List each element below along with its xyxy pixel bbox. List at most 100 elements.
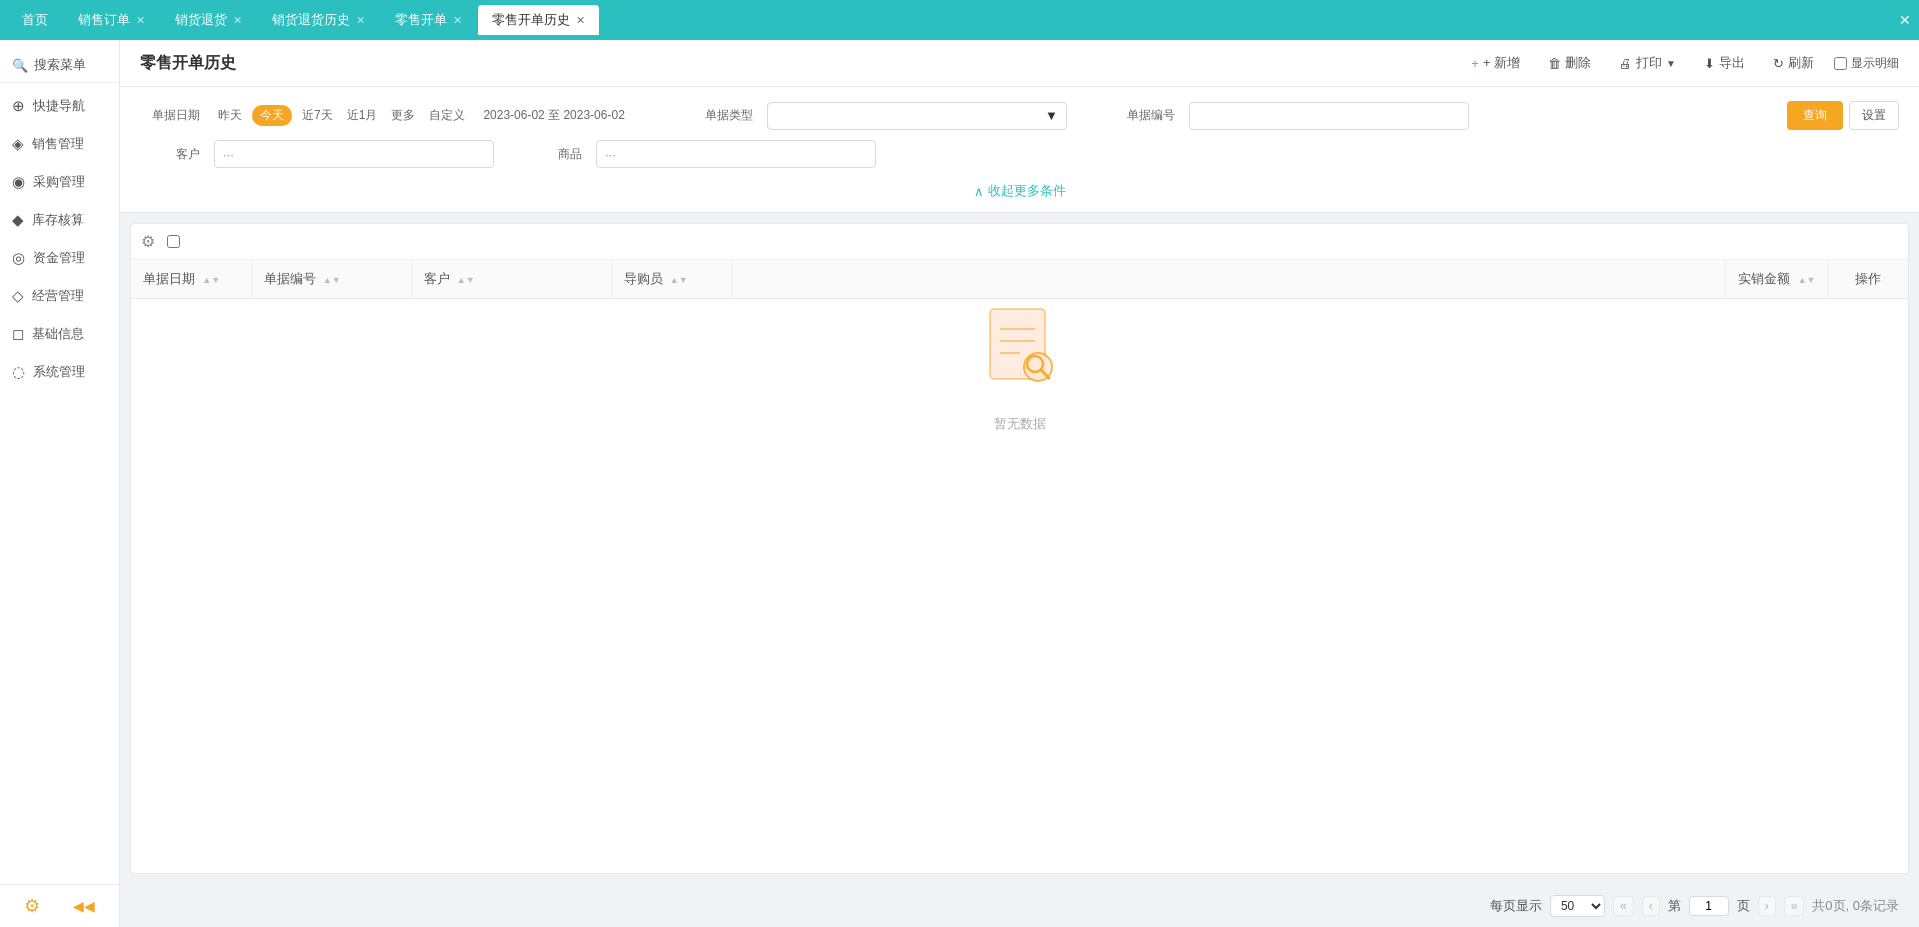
sort-amount-icon[interactable]: ▲▼ — [1798, 276, 1816, 285]
top-right-icons: ✕ — [1899, 12, 1911, 28]
collapse-icon: ∧ — [974, 184, 984, 199]
sort-customer-icon[interactable]: ▲▼ — [457, 276, 475, 285]
sidebar-search[interactable]: 🔍 搜索菜单 — [0, 48, 119, 83]
collapse-filter-btn[interactable]: ∧ 收起更多条件 — [140, 178, 1899, 204]
date-range-display: 2023-06-02 至 2023-06-02 — [483, 107, 624, 124]
tab-home[interactable]: 首页 — [8, 5, 62, 35]
sidebar-item-sales[interactable]: ◈ 销售管理 — [0, 125, 119, 163]
basic-icon: ◻ — [12, 325, 24, 343]
close-return-history-tab[interactable]: ✕ — [356, 14, 365, 27]
sidebar-item-basic[interactable]: ◻ 基础信息 — [0, 315, 119, 353]
close-retail-order-history-tab[interactable]: ✕ — [576, 14, 585, 27]
date-today[interactable]: 今天 — [252, 105, 292, 126]
page-label: 第 — [1668, 897, 1681, 915]
tab-sales-order[interactable]: 销售订单 ✕ — [64, 5, 159, 35]
tab-return[interactable]: 销货退货 ✕ — [161, 5, 256, 35]
col-header-customer[interactable]: 客户 ▲▼ — [411, 260, 611, 299]
add-icon: + — [1471, 56, 1479, 71]
purchase-icon: ◉ — [12, 173, 25, 191]
next-page-btn[interactable]: › — [1758, 896, 1776, 916]
col-header-amount[interactable]: 实销金额 ▲▼ — [1726, 260, 1828, 299]
date-more[interactable]: 更多 — [387, 105, 419, 126]
current-page-input[interactable] — [1689, 896, 1729, 916]
print-dropdown-icon: ▼ — [1666, 58, 1676, 69]
sort-num-icon[interactable]: ▲▼ — [323, 276, 341, 285]
empty-icon — [970, 299, 1070, 399]
print-button[interactable]: 🖨 打印 ▼ — [1611, 50, 1684, 76]
display-detail-checkbox[interactable] — [1834, 57, 1847, 70]
tab-retail-order[interactable]: 零售开单 ✕ — [381, 5, 476, 35]
close-sales-order-tab[interactable]: ✕ — [136, 14, 145, 27]
export-button[interactable]: ⬇ 导出 — [1696, 50, 1753, 76]
select-all-checkbox[interactable] — [167, 235, 180, 248]
delete-icon: 🗑 — [1548, 56, 1561, 71]
prev-page-btn[interactable]: ‹ — [1642, 896, 1660, 916]
customer-filter-select[interactable]: ··· — [214, 140, 494, 168]
print-icon: 🖨 — [1619, 56, 1632, 71]
pagination: 每页显示 50 100 200 « ‹ 第 页 › » 共0页, 0条记录 — [120, 884, 1919, 927]
customer-placeholder: ··· — [223, 147, 234, 162]
date-custom[interactable]: 自定义 — [425, 105, 469, 126]
sidebar-item-purchase[interactable]: ◉ 采购管理 — [0, 163, 119, 201]
date-7days[interactable]: 近7天 — [298, 105, 337, 126]
customer-filter-label: 客户 — [140, 146, 200, 163]
inventory-icon: ◆ — [12, 211, 24, 229]
settings-bottom-btn[interactable]: ⚙ — [24, 895, 40, 917]
sidebar-item-finance[interactable]: ◎ 资金管理 — [0, 239, 119, 277]
system-icon: ◌ — [12, 363, 25, 381]
search-buttons: 查询 设置 — [1787, 101, 1899, 130]
goods-filter-select[interactable]: ··· — [596, 140, 876, 168]
goods-filter-label: 商品 — [522, 146, 582, 163]
empty-text: 暂无数据 — [994, 415, 1046, 433]
tab-retail-order-history[interactable]: 零售开单历史 ✕ — [478, 5, 599, 35]
display-detail-wrap[interactable]: 显示明细 — [1834, 55, 1899, 72]
last-page-btn[interactable]: » — [1784, 896, 1805, 916]
header-actions: + + 新增 🗑 删除 🖨 打印 ▼ ⬇ 导出 ↻ — [1463, 50, 1899, 76]
date-shortcuts: 昨天 今天 近7天 近1月 更多 自定义 2023-06-02 至 2023-0… — [214, 105, 625, 126]
sidebar-item-shortcuts[interactable]: ⊕ 快捷导航 — [0, 87, 119, 125]
per-page-select[interactable]: 50 100 200 — [1550, 895, 1605, 917]
add-button[interactable]: + + 新增 — [1463, 50, 1528, 76]
table-settings-icon[interactable]: ⚙ — [141, 232, 155, 251]
date-yesterday[interactable]: 昨天 — [214, 105, 246, 126]
sidebar-item-inventory[interactable]: ◆ 库存核算 — [0, 201, 119, 239]
close-retail-order-tab[interactable]: ✕ — [453, 14, 462, 27]
type-filter-select[interactable]: ▼ — [767, 102, 1067, 130]
sidebar-item-management[interactable]: ◇ 经营管理 — [0, 277, 119, 315]
type-select-arrow: ▼ — [1045, 108, 1058, 123]
empty-state: 暂无数据 — [131, 299, 1908, 433]
sidebar-bottom: ⚙ ◀◀ — [0, 884, 119, 927]
top-tab-bar: 首页 销售订单 ✕ 销货退货 ✕ 销货退货历史 ✕ 零售开单 ✕ 零售开单历史 … — [0, 0, 1919, 40]
tab-return-history[interactable]: 销货退货历史 ✕ — [258, 5, 379, 35]
total-info: 共0页, 0条记录 — [1812, 897, 1899, 915]
goods-placeholder: ··· — [605, 147, 616, 162]
delete-button[interactable]: 🗑 删除 — [1540, 50, 1599, 76]
collapse-sidebar-btn[interactable]: ◀◀ — [73, 898, 95, 914]
query-button[interactable]: 查询 — [1787, 101, 1843, 130]
date-filter-label: 单据日期 — [140, 107, 200, 124]
sort-guide-icon[interactable]: ▲▼ — [670, 276, 688, 285]
data-table: 单据日期 ▲▼ 单据编号 ▲▼ 客户 ▲▼ — [131, 260, 1908, 299]
col-header-num[interactable]: 单据编号 ▲▼ — [251, 260, 411, 299]
management-icon: ◇ — [12, 287, 24, 305]
sidebar-item-system[interactable]: ◌ 系统管理 — [0, 353, 119, 391]
sales-icon: ◈ — [12, 135, 24, 153]
window-close-icon[interactable]: ✕ — [1899, 12, 1911, 28]
col-header-action: 操作 — [1828, 260, 1908, 299]
table-container: ⚙ 单据日期 ▲▼ 单据编号 ▲▼ — [130, 223, 1909, 874]
close-return-tab[interactable]: ✕ — [233, 14, 242, 27]
num-filter-input[interactable] — [1189, 102, 1469, 130]
refresh-button[interactable]: ↻ 刷新 — [1765, 50, 1822, 76]
date-1month[interactable]: 近1月 — [343, 105, 382, 126]
col-header-date[interactable]: 单据日期 ▲▼ — [131, 260, 251, 299]
filter-area: 单据日期 昨天 今天 近7天 近1月 更多 自定义 2023-06-02 至 2… — [120, 87, 1919, 213]
table-toolbar: ⚙ — [131, 224, 1908, 260]
sidebar: 🔍 搜索菜单 ⊕ 快捷导航 ◈ 销售管理 ◉ 采购管理 ◆ 库存核算 ◎ 资金管… — [0, 40, 120, 927]
settings-button[interactable]: 设置 — [1849, 101, 1899, 130]
col-header-spacer — [731, 260, 1726, 299]
sort-date-icon[interactable]: ▲▼ — [202, 276, 220, 285]
type-filter-label: 单据类型 — [693, 107, 753, 124]
first-page-btn[interactable]: « — [1613, 896, 1634, 916]
col-header-guide[interactable]: 导购员 ▲▼ — [611, 260, 731, 299]
refresh-icon: ↻ — [1773, 56, 1784, 71]
